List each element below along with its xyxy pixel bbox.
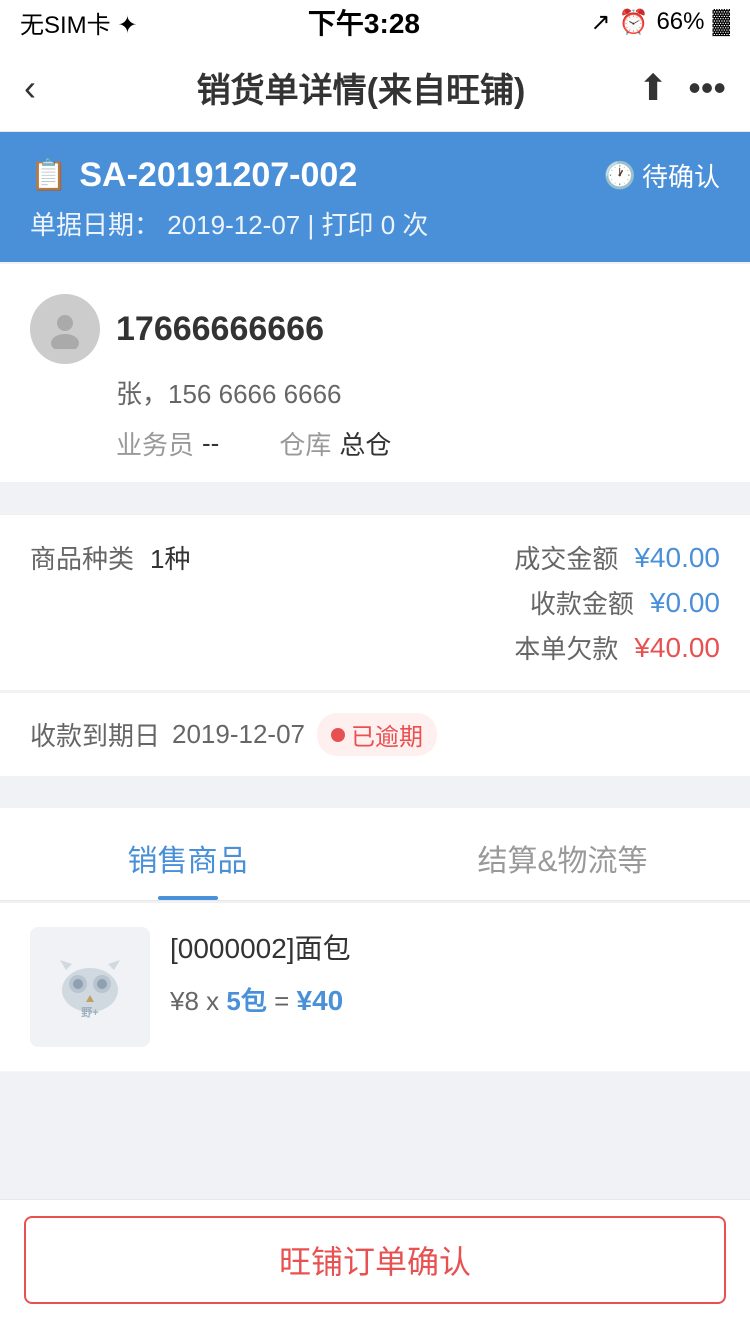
warehouse-label: 仓库 bbox=[279, 425, 331, 462]
product-info: [0000002]面包 ¥8 x 5包 = ¥40 bbox=[170, 927, 720, 1018]
page-title: 销货单详情(来自旺铺) bbox=[84, 63, 638, 112]
owed-value: ¥40.00 bbox=[634, 632, 720, 664]
order-date-line: 单据日期： 2019-12-07 | 打印 0 次 bbox=[30, 205, 720, 242]
product-type-label: 商品种类 bbox=[30, 539, 134, 576]
product-price-line: ¥8 x 5包 = ¥40 bbox=[170, 981, 720, 1018]
order-banner-top: 📋 SA-20191207-002 🕐 待确认 bbox=[30, 156, 720, 195]
due-date-label: 收款到期日 bbox=[30, 716, 160, 753]
warehouse-meta: 仓库 总仓 bbox=[279, 425, 391, 462]
equals-sign: = bbox=[274, 986, 296, 1016]
nav-actions: ⬆ ••• bbox=[638, 67, 726, 109]
product-price: ¥8 bbox=[170, 986, 199, 1016]
received-label: 收款金额 bbox=[530, 584, 634, 621]
received-row: 收款金额 ¥0.00 bbox=[530, 584, 720, 621]
svg-text:野+: 野+ bbox=[81, 1006, 98, 1019]
order-id: 📋 SA-20191207-002 bbox=[30, 156, 357, 195]
summary-left: 商品种类 1种 bbox=[30, 539, 190, 576]
alarm-icon: ⏰ bbox=[619, 8, 649, 37]
product-total: ¥40 bbox=[297, 985, 344, 1016]
tab-underline bbox=[158, 896, 218, 900]
summary-section: 商品种类 1种 成交金额 ¥40.00 收款金额 ¥0.00 本单欠款 ¥40.… bbox=[0, 514, 750, 691]
order-banner: 📋 SA-20191207-002 🕐 待确认 单据日期： 2019-12-07… bbox=[0, 132, 750, 262]
product-quantity: 5包 bbox=[226, 986, 266, 1016]
products-section: 野+ [0000002]面包 ¥8 x 5包 = ¥40 bbox=[0, 903, 750, 1072]
tabs-section: 销售商品 结算&物流等 bbox=[0, 808, 750, 901]
sales-label: 业务员 bbox=[116, 425, 194, 462]
warehouse-value: 总仓 bbox=[339, 425, 391, 462]
overdue-label: 已逾期 bbox=[351, 717, 423, 752]
customer-meta: 业务员 -- 仓库 总仓 bbox=[116, 425, 720, 462]
status-right: ↗ ⏰ 66% ▓ bbox=[590, 8, 730, 37]
status-left: 无SIM卡 ✦ bbox=[20, 5, 137, 40]
overdue-badge: 已逾期 bbox=[317, 713, 437, 756]
confirm-order-button[interactable]: 旺铺订单确认 bbox=[24, 1216, 726, 1304]
status-time: 下午3:28 bbox=[308, 2, 420, 42]
avatar bbox=[30, 294, 100, 364]
owed-row: 本单欠款 ¥40.00 bbox=[514, 629, 720, 666]
sales-meta: 业务员 -- bbox=[116, 425, 219, 462]
product-name: [0000002]面包 bbox=[170, 927, 720, 967]
deal-amount-label: 成交金额 bbox=[514, 539, 618, 576]
deal-amount-row: 成交金额 ¥40.00 bbox=[514, 539, 720, 576]
back-button[interactable]: ‹ bbox=[24, 67, 84, 109]
customer-top: 17666666666 bbox=[30, 294, 720, 364]
bottom-bar: 旺铺订单确认 bbox=[0, 1199, 750, 1334]
more-icon[interactable]: ••• bbox=[688, 67, 726, 109]
multiply-sign: x bbox=[206, 986, 226, 1016]
summary-right: 成交金额 ¥40.00 收款金额 ¥0.00 本单欠款 ¥40.00 bbox=[514, 539, 720, 666]
customer-section: 17666666666 张，156 6666 6666 业务员 -- 仓库 总仓 bbox=[0, 264, 750, 482]
divider-2 bbox=[0, 776, 750, 792]
order-status: 🕐 待确认 bbox=[604, 157, 720, 194]
share-icon[interactable]: ⬆ bbox=[638, 67, 668, 109]
due-section: 收款到期日 2019-12-07 已逾期 bbox=[0, 693, 750, 776]
product-item: 野+ [0000002]面包 ¥8 x 5包 = ¥40 bbox=[0, 903, 750, 1072]
owed-label: 本单欠款 bbox=[514, 629, 618, 666]
product-image: 野+ bbox=[30, 927, 150, 1047]
clock-icon: 🕐 bbox=[604, 160, 636, 191]
location-icon: ↗ bbox=[590, 8, 610, 37]
received-value: ¥0.00 bbox=[650, 587, 720, 619]
battery-text: 66% bbox=[656, 8, 704, 36]
status-bar: 无SIM卡 ✦ 下午3:28 ↗ ⏰ 66% ▓ bbox=[0, 0, 750, 44]
product-type-value: 1种 bbox=[150, 539, 190, 576]
tab-sales-products[interactable]: 销售商品 bbox=[0, 808, 375, 900]
tabs-row: 销售商品 结算&物流等 bbox=[0, 808, 750, 900]
customer-name: 张，156 6666 6666 bbox=[116, 374, 720, 411]
nav-bar: ‹ 销货单详情(来自旺铺) ⬆ ••• bbox=[0, 44, 750, 132]
tab-settlement[interactable]: 结算&物流等 bbox=[375, 808, 750, 900]
overdue-dot-icon bbox=[331, 728, 345, 742]
divider-1 bbox=[0, 482, 750, 498]
order-icon: 📋 bbox=[30, 158, 67, 193]
due-date-value: 2019-12-07 bbox=[172, 719, 305, 750]
battery-icon: ▓ bbox=[712, 8, 730, 36]
sales-value: -- bbox=[202, 428, 219, 459]
customer-phone: 17666666666 bbox=[116, 310, 324, 349]
deal-amount-value: ¥40.00 bbox=[634, 542, 720, 574]
carrier-text: 无SIM卡 ✦ bbox=[20, 5, 137, 40]
